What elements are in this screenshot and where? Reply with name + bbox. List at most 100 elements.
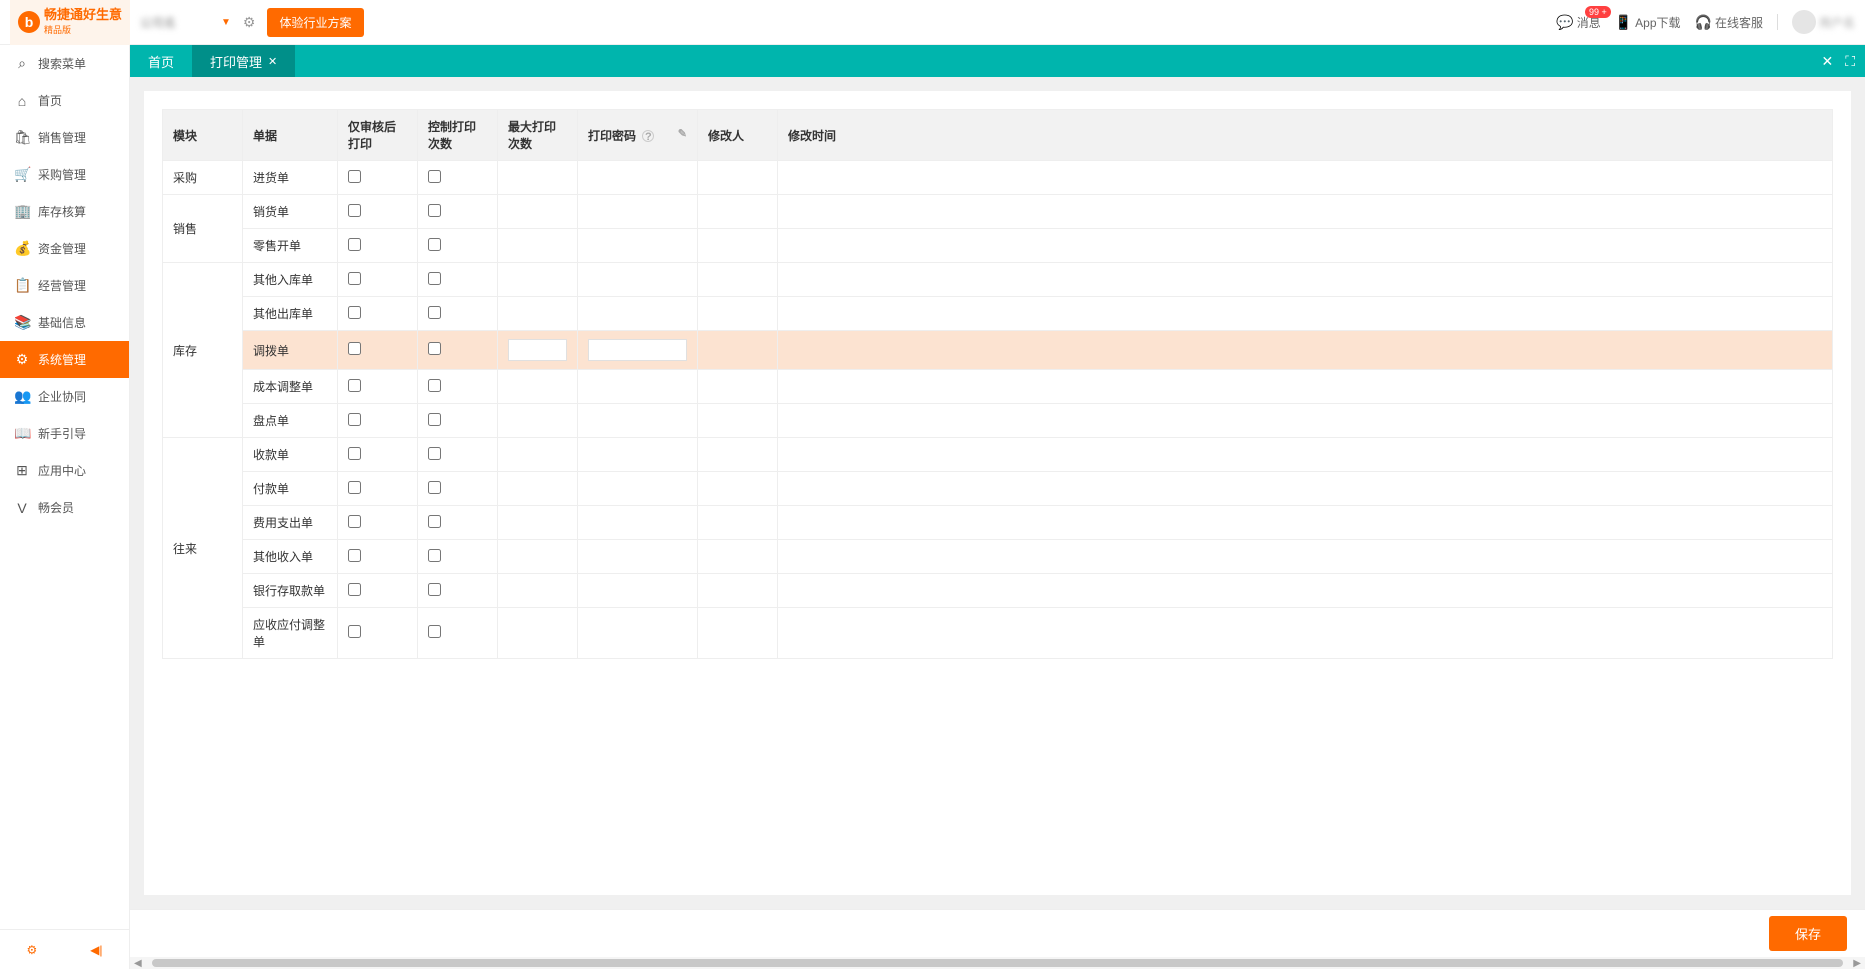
checkbox-audit-only[interactable] <box>348 625 361 638</box>
password-input[interactable] <box>588 339 687 361</box>
collapse-icon[interactable]: ◀| <box>90 943 102 957</box>
sidebar-item-sales-mgmt[interactable]: 🛍销售管理 <box>0 119 129 156</box>
cell-doc: 其他收入单 <box>243 540 338 574</box>
sidebar-item-basic-info[interactable]: 📚基础信息 <box>0 304 129 341</box>
table-row: 盘点单 <box>163 404 1833 438</box>
checkbox-control-count[interactable] <box>428 170 441 183</box>
cell-modifier <box>698 608 778 659</box>
checkbox-audit-only[interactable] <box>348 413 361 426</box>
scroll-left-icon[interactable]: ◀ <box>134 958 142 969</box>
biz-mgmt-icon: 📋 <box>14 277 30 294</box>
beginner-guide-icon: 📖 <box>14 425 30 442</box>
user-menu[interactable]: 用户名 <box>1792 10 1855 34</box>
sidebar-footer: ⚙ ◀| <box>0 929 129 969</box>
footer-bar: 保存 <box>130 909 1865 957</box>
checkbox-audit-only[interactable] <box>348 306 361 319</box>
cell-max-count <box>498 472 578 506</box>
checkbox-control-count[interactable] <box>428 379 441 392</box>
checkbox-audit-only[interactable] <box>348 447 361 460</box>
headset-icon: 🎧 <box>1695 14 1712 31</box>
cell-doc: 调拨单 <box>243 331 338 370</box>
table-row: 调拨单 <box>163 331 1833 370</box>
sidebar-item-label: 采购管理 <box>38 166 86 183</box>
tab-close-icon[interactable]: ✕ <box>268 55 277 68</box>
checkbox-audit-only[interactable] <box>348 272 361 285</box>
cell-doc: 应收应付调整单 <box>243 608 338 659</box>
sidebar-item-search-menu[interactable]: ⌕搜索菜单 <box>0 45 129 82</box>
checkbox-audit-only[interactable] <box>348 342 361 355</box>
edit-icon[interactable]: ✎ <box>678 127 687 140</box>
scroll-right-icon[interactable]: ▶ <box>1853 958 1861 969</box>
sidebar-item-beginner-guide[interactable]: 📖新手引导 <box>0 415 129 452</box>
horizontal-scrollbar[interactable]: ◀ ▶ <box>130 957 1865 969</box>
cell-doc: 付款单 <box>243 472 338 506</box>
table-row: 应收应付调整单 <box>163 608 1833 659</box>
sidebar-item-label: 资金管理 <box>38 240 86 257</box>
service-link[interactable]: 🎧 在线客服 <box>1695 14 1763 31</box>
tab-打印管理[interactable]: 打印管理✕ <box>192 45 295 77</box>
table-row: 零售开单 <box>163 229 1833 263</box>
checkbox-control-count[interactable] <box>428 549 441 562</box>
message-link[interactable]: 💬 消息 99 + <box>1556 14 1600 31</box>
checkbox-control-count[interactable] <box>428 447 441 460</box>
gear-icon[interactable]: ⚙ <box>243 14 256 31</box>
fullscreen-icon[interactable]: ⛶ <box>1845 53 1855 70</box>
sidebar-item-enterprise-collab[interactable]: 👥企业协同 <box>0 378 129 415</box>
brand-edition: 精品版 <box>44 23 122 36</box>
cell-doc: 其他出库单 <box>243 297 338 331</box>
scrollbar-thumb[interactable] <box>152 959 1844 967</box>
sidebar-item-vip-member[interactable]: V畅会员 <box>0 489 129 526</box>
checkbox-control-count[interactable] <box>428 238 441 251</box>
app-center-icon: ⊞ <box>14 462 30 479</box>
table-row: 其他出库单 <box>163 297 1833 331</box>
sidebar-item-purchase-mgmt[interactable]: 🛒采购管理 <box>0 156 129 193</box>
cell-password <box>578 370 698 404</box>
checkbox-control-count[interactable] <box>428 583 441 596</box>
checkbox-control-count[interactable] <box>428 413 441 426</box>
checkbox-audit-only[interactable] <box>348 481 361 494</box>
col-audit-only: 仅审核后打印 <box>338 110 418 161</box>
checkbox-audit-only[interactable] <box>348 204 361 217</box>
checkbox-control-count[interactable] <box>428 625 441 638</box>
cell-max-count <box>498 438 578 472</box>
checkbox-audit-only[interactable] <box>348 379 361 392</box>
sidebar-item-home[interactable]: ⌂首页 <box>0 82 129 119</box>
cell-modifier <box>698 370 778 404</box>
sales-mgmt-icon: 🛍 <box>14 129 30 146</box>
main-area: 首页打印管理✕ ✕ ⛶ 模块 单据 仅审核后打印 控制打印次数 最大打印次数 <box>130 45 1865 969</box>
checkbox-audit-only[interactable] <box>348 170 361 183</box>
checkbox-control-count[interactable] <box>428 204 441 217</box>
checkbox-audit-only[interactable] <box>348 515 361 528</box>
checkbox-control-count[interactable] <box>428 342 441 355</box>
sidebar-item-app-center[interactable]: ⊞应用中心 <box>0 452 129 489</box>
save-button[interactable]: 保存 <box>1769 916 1847 951</box>
home-icon: ⌂ <box>14 93 30 109</box>
sidebar-item-inventory-acct[interactable]: 🏢库存核算 <box>0 193 129 230</box>
settings-icon[interactable]: ⚙ <box>26 943 37 957</box>
tenant-selector[interactable]: 公司名 ▼ <box>140 14 231 31</box>
cell-doc: 进货单 <box>243 161 338 195</box>
checkbox-audit-only[interactable] <box>348 549 361 562</box>
cell-doc: 成本调整单 <box>243 370 338 404</box>
sidebar-item-system-mgmt[interactable]: ⚙系统管理 <box>0 341 129 378</box>
cell-password <box>578 229 698 263</box>
cell-max-count <box>498 263 578 297</box>
checkbox-control-count[interactable] <box>428 481 441 494</box>
max-count-input[interactable] <box>508 339 567 361</box>
checkbox-audit-only[interactable] <box>348 583 361 596</box>
sidebar-item-biz-mgmt[interactable]: 📋经营管理 <box>0 267 129 304</box>
checkbox-control-count[interactable] <box>428 272 441 285</box>
cell-max-count <box>498 574 578 608</box>
checkbox-control-count[interactable] <box>428 306 441 319</box>
cell-modifier <box>698 297 778 331</box>
help-icon[interactable]: ? <box>642 130 654 142</box>
trial-button[interactable]: 体验行业方案 <box>267 8 363 37</box>
close-all-icon[interactable]: ✕ <box>1821 53 1833 70</box>
tab-首页[interactable]: 首页 <box>130 45 192 77</box>
checkbox-control-count[interactable] <box>428 515 441 528</box>
checkbox-audit-only[interactable] <box>348 238 361 251</box>
download-link[interactable]: 📱 App下载 <box>1615 14 1681 31</box>
sidebar-item-fund-mgmt[interactable]: 💰资金管理 <box>0 230 129 267</box>
content-panel: 模块 单据 仅审核后打印 控制打印次数 最大打印次数 打印密码 ? ✎ 修改人 <box>144 91 1851 895</box>
brand-name: 畅捷通好生意 <box>44 8 122 22</box>
